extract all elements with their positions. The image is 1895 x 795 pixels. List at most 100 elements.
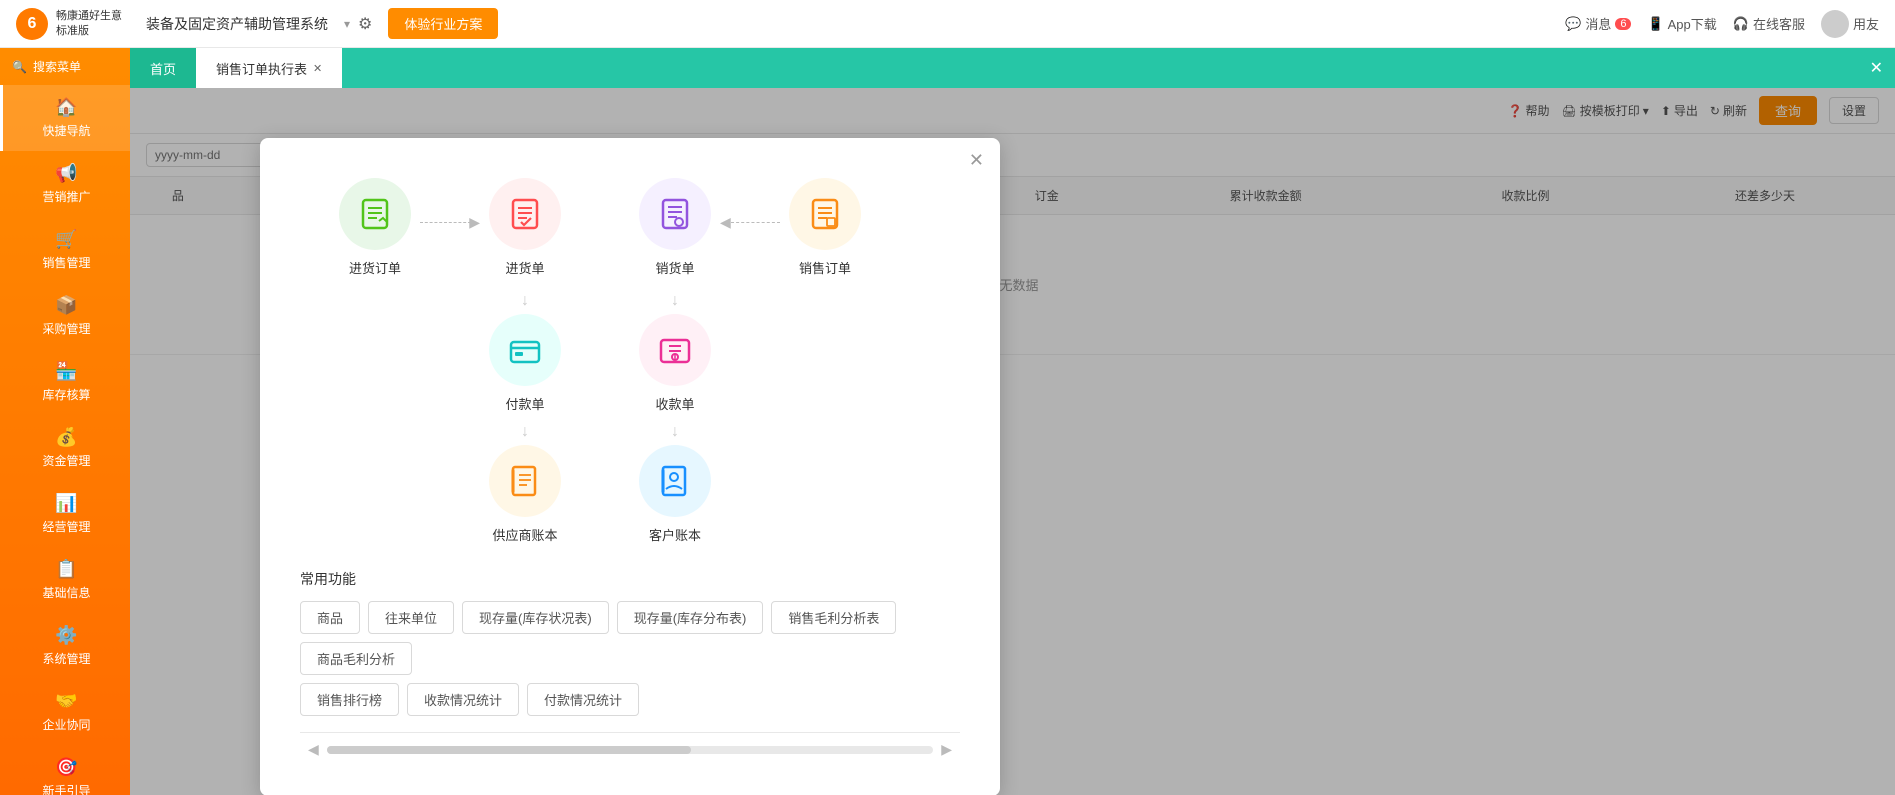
receipt-icon [639,314,711,386]
arrow-down-supplier: ↓ [521,423,529,441]
service-icon: 🎧 [1733,16,1749,32]
marketing-icon: 📢 [55,163,77,184]
download-icon: 📱 [1647,16,1663,32]
modal-overlay: ✕ 进货订单 [130,88,1895,795]
home-icon: 🏠 [55,97,77,118]
collab-icon: 🤝 [55,691,77,712]
flow-empty-1 [300,287,450,418]
scroll-track[interactable] [327,746,933,754]
finance-icon: 💰 [55,427,77,448]
sidebar-item-guide[interactable]: 🎯 新手引导 [0,745,130,795]
receipt-label: 收款单 [655,394,694,413]
cf-btn-receipt-stat[interactable]: 收款情况统计 [407,683,519,716]
dropdown-arrow-icon[interactable]: ▾ [344,17,350,31]
sidebar-item-system[interactable]: ⚙️ 系统管理 [0,613,130,679]
page-content: ❓ 帮助 🖨 按模板打印 ▾ ⬆ 导出 ↻ 刷新 [130,88,1895,795]
sidebar-item-purchase[interactable]: 📦 采购管理 [0,283,130,349]
scroll-left-arrow[interactable]: ◀ [308,741,319,758]
user-area[interactable]: 用友 [1821,10,1879,38]
sidebar-item-sales[interactable]: 🛒 销售管理 [0,217,130,283]
flow-node-customer-book[interactable]: ↓ 客户账本 [600,418,750,549]
supplier-book-icon [489,445,561,517]
message-badge: 6 [1615,18,1631,30]
cf-btn-goods[interactable]: 商品 [300,601,360,634]
scroll-thumb [327,746,691,754]
common-functions-title: 常用功能 [300,569,960,589]
modal-close-button[interactable]: ✕ [969,150,984,171]
sidebar-item-quick-nav[interactable]: 🏠 快捷导航 [0,85,130,151]
guide-icon: 🎯 [55,757,77,778]
gear-icon[interactable]: ⚙ [358,14,372,34]
purchase-order-icon [339,178,411,250]
common-functions-buttons-row2: 销售排行榜 收款情况统计 付款情况统计 [300,683,960,716]
tabs-bar: 首页 销售订单执行表 ✕ ✕ [130,48,1895,88]
search-icon: 🔍 [12,60,27,74]
common-functions: 常用功能 商品 往来单位 现存量(库存状况表) 现存量(库存分布表) 销售毛利分… [300,569,960,716]
inventory-icon: 🏪 [55,361,77,382]
purchase-order-label: 进货订单 [349,258,401,277]
tab-sales-order[interactable]: 销售订单执行表 ✕ [196,48,342,88]
tab-close-icon[interactable]: ✕ [313,62,322,75]
search-menu-item[interactable]: 🔍 搜索菜单 [0,48,130,85]
sales-bill-icon [639,178,711,250]
flow-node-payment[interactable]: ↓ 付款单 [450,287,600,418]
cf-btn-partners[interactable]: 往来单位 [368,601,454,634]
sidebar-item-inventory[interactable]: 🏪 库存核算 [0,349,130,415]
purchase-bill-label: 进货单 [505,258,544,277]
sales-order-label: 销售订单 [799,258,851,277]
sidebar: 🔍 搜索菜单 🏠 快捷导航 📢 营销推广 🛒 销售管理 📦 采购管理 🏪 [0,48,130,795]
scroll-bar-row: ◀ ▶ [300,732,960,766]
scroll-right-arrow[interactable]: ▶ [941,741,952,758]
app-download-button[interactable]: 📱 App下载 [1647,14,1716,33]
sidebar-item-operations[interactable]: 📊 经营管理 [0,481,130,547]
system-icon: ⚙️ [55,625,77,646]
trial-button[interactable]: 体验行业方案 [388,8,498,39]
operations-icon: 📊 [55,493,77,514]
sales-icon: 🛒 [55,229,77,250]
tab-sales-order-label: 销售订单执行表 [216,59,307,78]
customer-book-label: 客户账本 [649,525,701,544]
arrow-down-payment: ↓ [521,292,529,310]
payment-label: 付款单 [505,394,544,413]
purchase-bill-icon [489,178,561,250]
payment-icon [489,314,561,386]
flow-empty-3 [300,418,450,549]
main-area: 🔍 搜索菜单 🏠 快捷导航 📢 营销推广 🛒 销售管理 📦 采购管理 🏪 [0,48,1895,795]
tab-home[interactable]: 首页 [130,48,196,88]
content-panel: 首页 销售订单执行表 ✕ ✕ ❓ 帮助 [130,48,1895,795]
sidebar-item-basic-info[interactable]: 📋 基础信息 [0,547,130,613]
flow-node-supplier-book[interactable]: ↓ 供应商账本 [450,418,600,549]
cf-btn-sales-profit[interactable]: 销售毛利分析表 [771,601,896,634]
top-right: 💬 消息 6 📱 App下载 🎧 在线客服 用友 [1565,10,1879,38]
avatar [1821,10,1849,38]
cf-btn-stock-dist[interactable]: 现存量(库存分布表) [617,601,764,634]
supplier-book-label: 供应商账本 [492,525,557,544]
logo-area: 6 畅康通好生意 标准版 [16,8,146,40]
cf-btn-goods-profit[interactable]: 商品毛利分析 [300,642,412,675]
message-button[interactable]: 💬 消息 6 [1565,14,1631,33]
sidebar-item-collab[interactable]: 🤝 企业协同 [0,679,130,745]
cf-btn-payment-stat[interactable]: 付款情况统计 [527,683,639,716]
sales-bill-label: 销货单 [655,258,694,277]
flow-node-purchase-order[interactable]: 进货订单 ▶ [300,168,450,287]
flow-node-sales-bill[interactable]: 销货单 ▶ [600,168,750,287]
purchase-icon: 📦 [55,295,77,316]
common-functions-buttons: 商品 往来单位 现存量(库存状况表) 现存量(库存分布表) 销售毛利分析表 商品… [300,601,960,675]
sales-order-icon [789,178,861,250]
arrow-sales-order-to-sales-bill: ▶ [720,214,780,231]
window-close-icon[interactable]: ✕ [1870,58,1883,78]
customer-book-icon [639,445,711,517]
flow-node-receipt[interactable]: ↓ 收款单 [600,287,750,418]
flow-node-purchase-bill[interactable]: 进货单 [450,168,600,287]
cf-btn-sales-rank[interactable]: 销售排行榜 [300,683,399,716]
message-icon: 💬 [1565,16,1581,32]
sidebar-item-finance[interactable]: 💰 资金管理 [0,415,130,481]
modal-box: ✕ 进货订单 [260,138,1000,795]
top-bar: 6 畅康通好生意 标准版 装备及固定资产辅助管理系统 ▾ ⚙ 体验行业方案 💬 … [0,0,1895,48]
sidebar-item-marketing[interactable]: 📢 营销推广 [0,151,130,217]
arrow-down-customer: ↓ [671,423,679,441]
basic-info-icon: 📋 [55,559,77,580]
flow-empty-2 [750,287,900,418]
cf-btn-stock-status[interactable]: 现存量(库存状况表) [462,601,609,634]
online-service-button[interactable]: 🎧 在线客服 [1733,14,1805,33]
